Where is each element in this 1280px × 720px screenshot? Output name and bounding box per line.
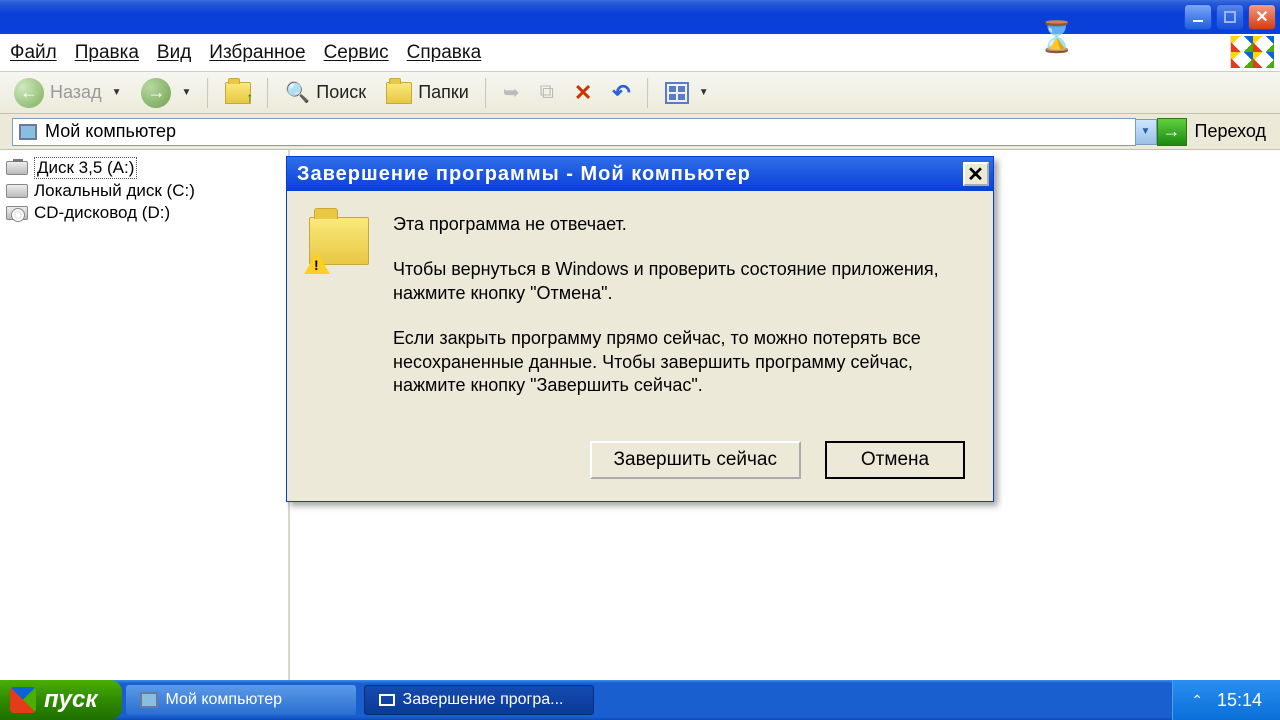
cancel-button[interactable]: Отмена: [825, 441, 965, 479]
start-label: пуск: [44, 686, 98, 714]
hourglass-cursor-icon: ⌛: [1038, 20, 1075, 55]
back-label: Назад: [50, 82, 102, 103]
windows-flag-icon: [1230, 36, 1274, 68]
clock[interactable]: 15:14: [1217, 690, 1262, 711]
address-dropdown-button[interactable]: ▼: [1135, 119, 1157, 145]
views-button[interactable]: ▼: [657, 78, 717, 108]
folders-label: Папки: [418, 82, 469, 103]
up-folder-icon: ↑: [225, 82, 251, 104]
address-value: Мой компьютер: [45, 121, 176, 142]
menu-edit[interactable]: Правка: [75, 38, 157, 68]
move-to-button[interactable]: ➥: [495, 76, 528, 109]
toolbar-separator: [267, 78, 269, 108]
up-folder-button[interactable]: ↑: [217, 78, 259, 108]
close-button[interactable]: ✕: [1248, 4, 1276, 30]
dialog-title-text: Завершение программы - Мой компьютер: [297, 163, 751, 186]
views-dropdown-icon[interactable]: ▼: [699, 87, 709, 98]
go-button[interactable]: →: [1157, 118, 1187, 146]
toolbar-separator: [647, 78, 649, 108]
warning-triangle-icon: [304, 252, 330, 274]
windows-logo-icon: [10, 687, 36, 713]
system-tray[interactable]: ⌃ 15:14: [1172, 680, 1280, 720]
taskbar-item-label: Мой компьютер: [166, 691, 282, 709]
copy-to-icon: ⧉: [540, 81, 554, 104]
dialog-line1: Эта программа не отвечает.: [393, 213, 965, 236]
toolbar-separator: [207, 78, 209, 108]
dialog-buttons: Завершить сейчас Отмена: [287, 441, 993, 501]
forward-button[interactable]: → ▼: [133, 74, 199, 112]
undo-button[interactable]: ↶: [604, 76, 638, 110]
end-program-dialog: Завершение программы - Мой компьютер ✕ Э…: [286, 156, 994, 502]
taskbar-item-my-computer[interactable]: Мой компьютер: [126, 685, 356, 715]
toolbar: ← Назад ▼ → ▼ ↑ 🔍 Поиск Папки ➥ ⧉ ✕ ↶ ▼: [0, 72, 1280, 114]
back-arrow-icon: ←: [14, 78, 44, 108]
move-to-icon: ➥: [503, 80, 520, 105]
folders-icon: [386, 82, 412, 104]
dialog-line3: Если закрыть программу прямо сейчас, то …: [393, 327, 965, 397]
hard-drive-icon: [6, 184, 28, 198]
my-computer-icon: [19, 124, 37, 140]
menu-file[interactable]: Файл: [10, 38, 75, 68]
dialog-line2: Чтобы вернуться в Windows и проверить со…: [393, 258, 965, 305]
taskbar-item-end-program[interactable]: Завершение програ...: [364, 685, 594, 715]
views-icon: [665, 82, 689, 104]
back-button[interactable]: ← Назад ▼: [6, 74, 129, 112]
dialog-text: Эта программа не отвечает. Чтобы вернуть…: [393, 213, 965, 419]
window-titlebar: ✕: [0, 0, 1280, 34]
search-label: Поиск: [316, 82, 366, 103]
dialog-close-button[interactable]: ✕: [963, 162, 989, 186]
folders-button[interactable]: Папки: [378, 78, 477, 108]
go-arrow-icon: →: [1163, 121, 1181, 142]
dialog-body: Эта программа не отвечает. Чтобы вернуть…: [287, 191, 993, 441]
search-button[interactable]: 🔍 Поиск: [277, 76, 374, 109]
delete-button[interactable]: ✕: [566, 76, 600, 110]
cd-drive-icon: [6, 206, 28, 220]
menu-tools[interactable]: Сервис: [324, 38, 407, 68]
tree-item-floppy[interactable]: Диск 3,5 (A:): [4, 156, 284, 180]
menubar: Файл Правка Вид Избранное Сервис Справка: [0, 34, 1280, 72]
taskbar: пуск Мой компьютер Завершение програ... …: [0, 680, 1280, 720]
folder-warning-icon: [309, 217, 369, 265]
maximize-button[interactable]: [1216, 4, 1244, 30]
menu-help[interactable]: Справка: [407, 38, 500, 68]
tree-label: Локальный диск (C:): [34, 181, 195, 201]
addressbar: Мой компьютер ▼ → Переход: [0, 114, 1280, 150]
my-computer-icon: [140, 692, 158, 708]
end-now-button[interactable]: Завершить сейчас: [590, 441, 801, 479]
tray-expand-icon[interactable]: ⌃: [1191, 692, 1203, 709]
search-icon: 🔍: [285, 80, 310, 105]
floppy-drive-icon: [6, 161, 28, 175]
forward-dropdown-icon[interactable]: ▼: [181, 87, 191, 98]
tree-item-local-disk[interactable]: Локальный диск (C:): [4, 180, 284, 202]
tree-item-cd-drive[interactable]: CD-дисковод (D:): [4, 202, 284, 224]
menu-favorites[interactable]: Избранное: [209, 38, 323, 68]
delete-icon: ✕: [574, 80, 592, 106]
folder-tree: Диск 3,5 (A:) Локальный диск (C:) CD-дис…: [0, 150, 290, 680]
start-button[interactable]: пуск: [0, 680, 122, 720]
forward-arrow-icon: →: [141, 78, 171, 108]
window-icon: [379, 694, 395, 706]
undo-icon: ↶: [612, 80, 630, 106]
minimize-button[interactable]: [1184, 4, 1212, 30]
back-dropdown-icon[interactable]: ▼: [112, 87, 122, 98]
dialog-titlebar[interactable]: Завершение программы - Мой компьютер ✕: [287, 157, 993, 191]
address-input[interactable]: Мой компьютер: [12, 118, 1136, 146]
copy-to-button[interactable]: ⧉: [532, 77, 562, 108]
go-label: Переход: [1187, 121, 1275, 142]
tree-label: CD-дисковод (D:): [34, 203, 170, 223]
tree-label: Диск 3,5 (A:): [34, 157, 137, 179]
menu-view[interactable]: Вид: [157, 38, 209, 68]
toolbar-separator: [485, 78, 487, 108]
taskbar-item-label: Завершение програ...: [403, 691, 564, 709]
